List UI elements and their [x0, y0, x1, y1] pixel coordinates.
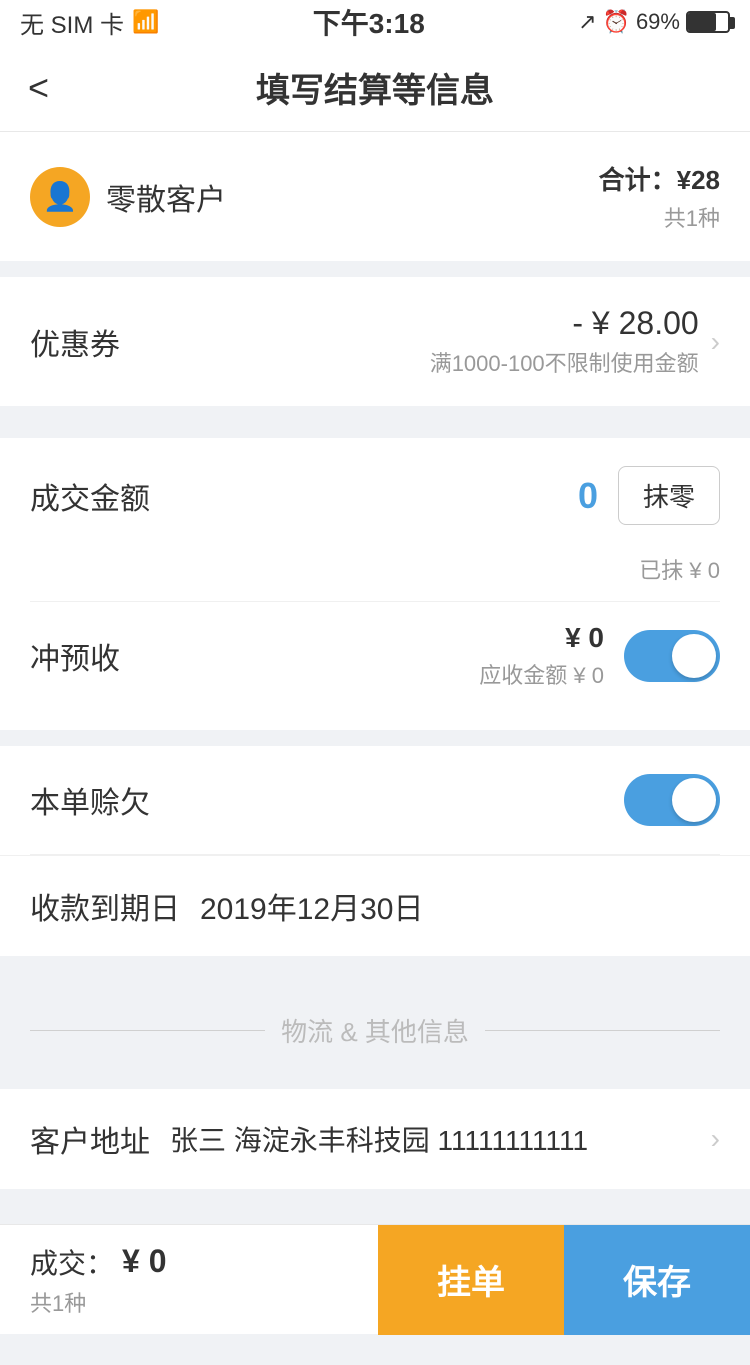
address-section[interactable]: 客户地址 张三 海淀永丰科技园 11111111111 ›	[0, 1089, 750, 1189]
prepay-toggle-knob	[672, 634, 716, 678]
prepay-bottom-spacer	[30, 710, 720, 730]
customer-right: 合计：¥28 共1种	[599, 160, 720, 233]
battery-fill	[688, 13, 716, 31]
coupon-row[interactable]: 优惠券 - ¥ 28.00 满1000-100不限制使用金额 ›	[0, 277, 750, 406]
prepay-right: ¥ 0 应收金额 ¥ 0	[479, 622, 720, 690]
address-card[interactable]: 客户地址 张三 海淀永丰科技园 11111111111 ›	[0, 1089, 750, 1189]
coupon-right: - ¥ 28.00 满1000-100不限制使用金额 ›	[430, 305, 720, 378]
logistics-label: 物流 & 其他信息	[281, 1012, 469, 1049]
customer-card: 👤 零散客户 合计：¥28 共1种	[0, 132, 750, 261]
bottom-deal-row: 成交： ¥ 0	[30, 1242, 348, 1282]
deal-amount-right: 抹零	[518, 466, 720, 525]
section-gap-2	[0, 730, 750, 746]
prepay-toggle[interactable]	[624, 630, 720, 682]
prepay-amount: ¥ 0	[479, 622, 604, 654]
debt-label: 本单赊欠	[30, 778, 150, 822]
debt-toggle-knob	[672, 778, 716, 822]
nav-bar: < 填写结算等信息	[0, 44, 750, 132]
avatar-icon: 👤	[43, 180, 78, 213]
customer-left: 👤 零散客户	[30, 167, 226, 227]
deal-amount-row: 成交金额 抹零	[30, 438, 720, 553]
prepay-amounts: ¥ 0 应收金额 ¥ 0	[479, 622, 604, 690]
bottom-info: 成交： ¥ 0 共1种	[0, 1242, 378, 1318]
total-count: 共1种	[599, 201, 720, 233]
save-button[interactable]: 保存	[564, 1225, 750, 1335]
coupon-right-block: - ¥ 28.00 满1000-100不限制使用金额	[430, 305, 699, 378]
sim-label: 无 SIM 卡	[20, 5, 124, 40]
due-date-row: 收款到期日 2019年12月30日	[30, 884, 720, 928]
coupon-chevron-icon: ›	[711, 326, 720, 358]
section-gap-4	[0, 1073, 750, 1089]
coupon-label: 优惠券	[30, 320, 120, 364]
location-icon: ↗	[578, 9, 596, 35]
status-bar: 无 SIM 卡 📶 下午3:18 ↗ ⏰ 69%	[0, 0, 750, 44]
content: 👤 零散客户 合计：¥28 共1种 优惠券 - ¥ 28.00 满1000-10…	[0, 132, 750, 1365]
due-date-label: 收款到期日	[30, 884, 180, 928]
due-date-value: 2019年12月30日	[200, 884, 423, 928]
section-gap-1	[0, 422, 750, 438]
coupon-card[interactable]: 优惠券 - ¥ 28.00 满1000-100不限制使用金额 ›	[0, 277, 750, 406]
pending-button[interactable]: 挂单	[378, 1225, 564, 1335]
battery-percent: 69%	[636, 9, 680, 35]
debt-card: 本单赊欠 收款到期日 2019年12月30日	[0, 746, 750, 956]
address-value: 张三 海淀永丰科技园 11111111111	[170, 1119, 711, 1159]
bottom-deal-label: 成交：	[30, 1242, 114, 1282]
customer-name: 零散客户	[106, 175, 226, 219]
coupon-desc: 满1000-100不限制使用金额	[430, 346, 699, 378]
alarm-icon: ⏰	[603, 9, 630, 35]
page-title: 填写结算等信息	[256, 63, 494, 112]
deal-amount-input[interactable]	[518, 475, 598, 517]
coupon-discount: - ¥ 28.00	[430, 305, 699, 342]
address-chevron-icon: ›	[711, 1123, 720, 1155]
round-off-button[interactable]: 抹零	[618, 466, 720, 525]
bottom-bar: 成交： ¥ 0 共1种 挂单 保存	[0, 1224, 750, 1334]
prepay-label: 冲预收	[30, 634, 120, 678]
avatar: 👤	[30, 167, 90, 227]
back-button[interactable]: <	[28, 67, 49, 109]
prepay-row: 冲预收 ¥ 0 应收金额 ¥ 0	[30, 601, 720, 710]
debt-toggle[interactable]	[624, 774, 720, 826]
prepay-receivable: 应收金额 ¥ 0	[479, 658, 604, 690]
customer-row: 👤 零散客户 合计：¥28 共1种	[0, 132, 750, 261]
address-label: 客户地址	[30, 1117, 150, 1161]
section-gap-3	[0, 972, 750, 988]
status-time: 下午3:18	[313, 2, 425, 42]
deal-amount-label: 成交金额	[30, 474, 150, 518]
battery-icon	[686, 11, 730, 33]
bottom-count: 共1种	[30, 1286, 348, 1318]
deal-section: 成交金额 抹零 已抹 ¥ 0 冲预收 ¥ 0 应收金额 ¥ 0	[0, 438, 750, 730]
logistics-line: 物流 & 其他信息	[30, 1012, 720, 1049]
due-date-section: 收款到期日 2019年12月30日	[0, 855, 750, 956]
status-right: ↗ ⏰ 69%	[578, 9, 730, 35]
status-left: 无 SIM 卡 📶	[20, 5, 159, 40]
debt-section: 本单赊欠	[0, 746, 750, 854]
wifi-icon: 📶	[132, 9, 159, 35]
bottom-deal-amount: ¥ 0	[122, 1243, 166, 1280]
logistics-section: 物流 & 其他信息	[0, 988, 750, 1073]
deal-sub-text: 已抹 ¥ 0	[30, 553, 720, 601]
total-amount: 合计：¥28	[599, 160, 720, 197]
